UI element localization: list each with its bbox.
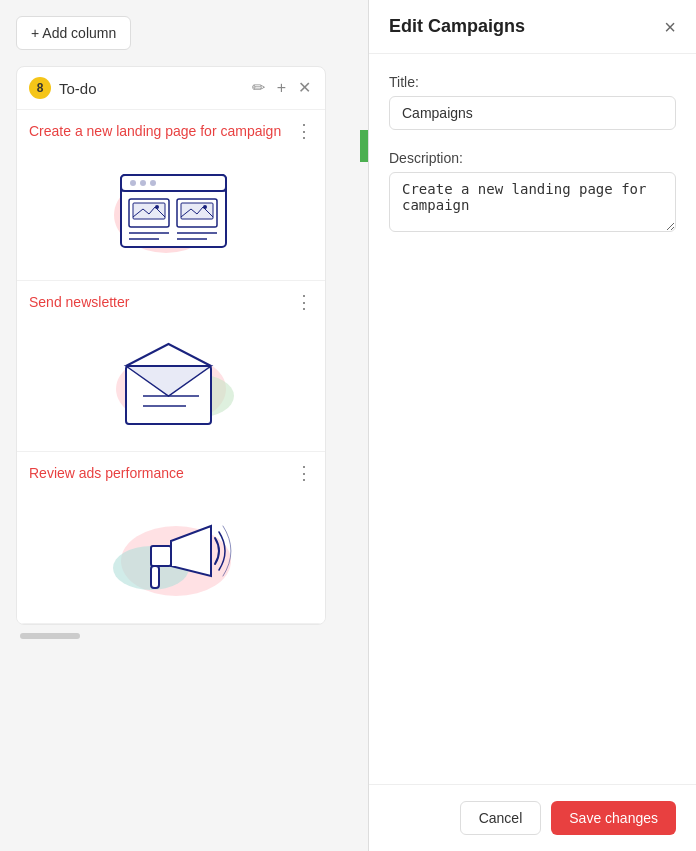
column-actions: ✏ + ✕ — [250, 78, 313, 98]
svg-point-7 — [150, 180, 156, 186]
svg-rect-9 — [133, 203, 165, 219]
svg-rect-3 — [121, 175, 226, 191]
todo-column: 8 To-do ✏ + ✕ Create a new landing page … — [16, 66, 326, 625]
card-menu-button[interactable]: ⋮ — [295, 293, 313, 311]
card-title: Review ads performance — [29, 464, 295, 482]
column-badge: 8 — [29, 77, 51, 99]
panel-footer: Cancel Save changes — [369, 784, 696, 851]
save-button[interactable]: Save changes — [551, 801, 676, 835]
panel-header: Edit Campaigns × — [369, 0, 696, 54]
card-illustration-megaphone — [29, 491, 313, 611]
panel-body: Title: Description: — [369, 54, 696, 851]
card-header: Send newsletter ⋮ — [29, 293, 313, 311]
svg-rect-27 — [151, 546, 171, 566]
edit-column-button[interactable]: ✏ — [250, 78, 267, 98]
add-column-button[interactable]: + Add column — [16, 16, 131, 50]
svg-point-5 — [130, 180, 136, 186]
svg-point-15 — [203, 205, 207, 209]
kanban-panel: + Add column 8 To-do ✏ + ✕ Create a new … — [0, 0, 368, 851]
card-title: Send newsletter — [29, 293, 295, 311]
column-title: To-do — [59, 80, 242, 97]
svg-rect-29 — [151, 566, 159, 588]
column-indicator — [360, 130, 368, 162]
close-panel-button[interactable]: × — [664, 17, 676, 37]
column-header: 8 To-do ✏ + ✕ — [17, 67, 325, 110]
close-column-button[interactable]: ✕ — [296, 78, 313, 98]
panel-title: Edit Campaigns — [389, 16, 525, 37]
svg-rect-14 — [181, 203, 213, 219]
description-textarea[interactable] — [389, 172, 676, 232]
add-card-button[interactable]: + — [275, 78, 288, 98]
title-field-group: Title: — [389, 74, 676, 130]
list-item[interactable]: Create a new landing page for campaign ⋮ — [17, 110, 325, 281]
description-field-group: Description: — [389, 150, 676, 236]
description-label: Description: — [389, 150, 676, 166]
edit-panel: Edit Campaigns × Title: Description: Can… — [368, 0, 696, 851]
title-input[interactable] — [389, 96, 676, 130]
svg-point-10 — [155, 205, 159, 209]
card-header: Review ads performance ⋮ — [29, 464, 313, 482]
svg-marker-24 — [126, 344, 211, 366]
card-header: Create a new landing page for campaign ⋮ — [29, 122, 313, 140]
card-menu-button[interactable]: ⋮ — [295, 464, 313, 482]
title-label: Title: — [389, 74, 676, 90]
card-illustration-browser — [29, 148, 313, 268]
list-item[interactable]: Send newsletter ⋮ — [17, 281, 325, 452]
svg-point-6 — [140, 180, 146, 186]
card-title: Create a new landing page for campaign — [29, 122, 295, 140]
card-illustration-email — [29, 319, 313, 439]
card-menu-button[interactable]: ⋮ — [295, 122, 313, 140]
horizontal-scrollbar[interactable] — [20, 633, 80, 639]
cancel-button[interactable]: Cancel — [460, 801, 542, 835]
list-item[interactable]: Review ads performance ⋮ — [17, 452, 325, 623]
